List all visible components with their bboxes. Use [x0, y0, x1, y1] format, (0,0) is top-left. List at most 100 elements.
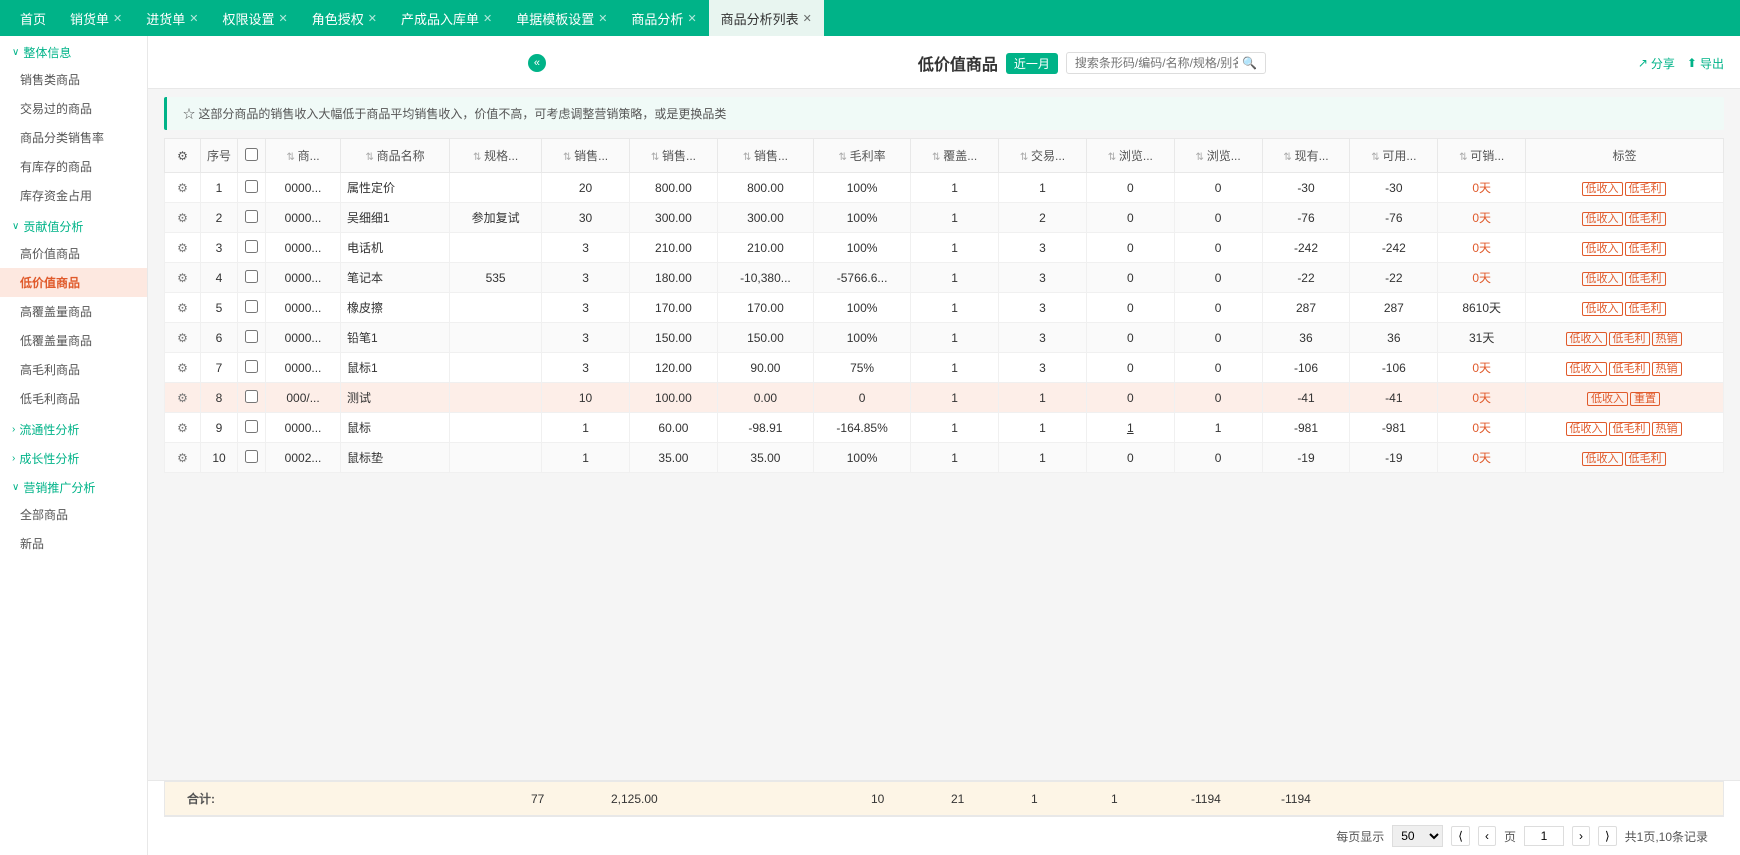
row-browse1[interactable]: 0 — [1086, 383, 1174, 413]
row-browse1[interactable]: 0 — [1086, 203, 1174, 233]
row-settings[interactable]: ⚙ — [165, 233, 201, 263]
nav-role-auth[interactable]: 角色授权 ✕ — [300, 0, 389, 36]
th-settings[interactable]: ⚙ — [165, 139, 201, 173]
sidebar-item-all-products[interactable]: 全部商品 — [0, 500, 147, 529]
th-sale-amount[interactable]: 销售... — [629, 139, 717, 173]
row-browse1[interactable]: 0 — [1086, 263, 1174, 293]
row-checkbox[interactable] — [245, 240, 258, 253]
sidebar-item-high-coverage[interactable]: 高覆盖量商品 — [0, 297, 147, 326]
row-checkbox[interactable] — [245, 330, 258, 343]
th-name[interactable]: 商品名称 — [341, 139, 450, 173]
row-check[interactable] — [238, 413, 266, 443]
sidebar-item-stocked-products[interactable]: 有库存的商品 — [0, 152, 147, 181]
th-sale-qty[interactable]: 销售... — [542, 139, 630, 173]
nav-sales-order[interactable]: 销货单 ✕ — [58, 0, 134, 36]
date-filter-button[interactable]: 近一月 — [1006, 53, 1058, 74]
row-checkbox[interactable] — [245, 420, 258, 433]
th-browse1[interactable]: 浏览... — [1086, 139, 1174, 173]
th-code[interactable]: 商... — [266, 139, 341, 173]
sidebar-item-low-coverage[interactable]: 低覆盖量商品 — [0, 326, 147, 355]
row-browse1[interactable]: 0 — [1086, 353, 1174, 383]
row-browse1[interactable]: 0 — [1086, 173, 1174, 203]
row-settings[interactable]: ⚙ — [165, 443, 201, 473]
th-check[interactable] — [238, 139, 266, 173]
row-browse1[interactable]: 0 — [1086, 443, 1174, 473]
last-page-button[interactable]: ⟩ — [1598, 826, 1617, 846]
nav-close-product-analysis[interactable]: ✕ — [687, 12, 696, 25]
th-coverage[interactable]: 覆盖... — [911, 139, 999, 173]
sidebar-item-high-margin[interactable]: 高毛利商品 — [0, 355, 147, 384]
sidebar-collapse-button[interactable]: « — [528, 54, 546, 72]
row-settings[interactable]: ⚙ — [165, 203, 201, 233]
row-check[interactable] — [238, 323, 266, 353]
search-icon[interactable]: 🔍 — [1242, 56, 1257, 70]
nav-close-role-auth[interactable]: ✕ — [368, 12, 377, 25]
nav-template[interactable]: 单据模板设置 ✕ — [504, 0, 619, 36]
per-page-select[interactable]: 50 100 — [1392, 825, 1443, 847]
row-check[interactable] — [238, 173, 266, 203]
th-browse2[interactable]: 浏览... — [1174, 139, 1262, 173]
row-settings[interactable]: ⚙ — [165, 383, 201, 413]
sidebar-group-title-marketing[interactable]: ∨ 营销推广分析 — [0, 471, 147, 500]
nav-close-product-analysis-list[interactable]: ✕ — [803, 12, 812, 25]
sidebar-group-title-growth[interactable]: › 成长性分析 — [0, 442, 147, 471]
th-gross-rate[interactable]: 毛利率 — [814, 139, 911, 173]
nav-purchase-order[interactable]: 进货单 ✕ — [134, 0, 210, 36]
nav-permission[interactable]: 权限设置 ✕ — [210, 0, 299, 36]
row-checkbox[interactable] — [245, 360, 258, 373]
row-check[interactable] — [238, 233, 266, 263]
row-check[interactable] — [238, 383, 266, 413]
first-page-button[interactable]: ⟨ — [1451, 826, 1470, 846]
row-browse1[interactable]: 1 — [1086, 413, 1174, 443]
row-browse1[interactable]: 0 — [1086, 323, 1174, 353]
sidebar-group-title-contribution[interactable]: ∨ 贡献值分析 — [0, 210, 147, 239]
row-settings[interactable]: ⚙ — [165, 413, 201, 443]
browse1-link[interactable]: 1 — [1127, 421, 1134, 435]
sidebar-group-title-circulation[interactable]: › 流通性分析 — [0, 413, 147, 442]
th-sale-price[interactable]: 销售... — [717, 139, 813, 173]
nav-home[interactable]: 首页 — [8, 0, 58, 36]
row-settings[interactable]: ⚙ — [165, 353, 201, 383]
row-checkbox[interactable] — [245, 210, 258, 223]
th-trade[interactable]: 交易... — [999, 139, 1087, 173]
prev-page-button[interactable]: ‹ — [1478, 826, 1496, 846]
nav-close-permission[interactable]: ✕ — [279, 12, 288, 25]
th-available[interactable]: 可用... — [1350, 139, 1438, 173]
nav-close-product-inbound[interactable]: ✕ — [483, 12, 492, 25]
row-check[interactable] — [238, 263, 266, 293]
row-check[interactable] — [238, 203, 266, 233]
nav-close-sales-order[interactable]: ✕ — [113, 12, 122, 25]
row-checkbox[interactable] — [245, 450, 258, 463]
sidebar-group-title-overall[interactable]: ∨ 整体信息 — [0, 36, 147, 65]
row-checkbox[interactable] — [245, 180, 258, 193]
nav-close-template[interactable]: ✕ — [598, 12, 607, 25]
th-current-stock[interactable]: 现有... — [1262, 139, 1350, 173]
row-checkbox[interactable] — [245, 270, 258, 283]
row-browse1[interactable]: 0 — [1086, 233, 1174, 263]
next-page-button[interactable]: › — [1572, 826, 1590, 846]
row-checkbox[interactable] — [245, 390, 258, 403]
sidebar-item-new-products[interactable]: 新品 — [0, 529, 147, 558]
select-all-checkbox[interactable] — [245, 148, 258, 161]
sidebar-item-traded-products[interactable]: 交易过的商品 — [0, 94, 147, 123]
sidebar-item-inventory-capital[interactable]: 库存资金占用 — [0, 181, 147, 210]
row-browse1[interactable]: 0 — [1086, 293, 1174, 323]
nav-product-analysis-list[interactable]: 商品分析列表 ✕ — [709, 0, 824, 36]
th-spec[interactable]: 规格... — [450, 139, 542, 173]
sidebar-item-low-margin[interactable]: 低毛利商品 — [0, 384, 147, 413]
nav-close-purchase-order[interactable]: ✕ — [189, 12, 198, 25]
row-settings[interactable]: ⚙ — [165, 293, 201, 323]
row-settings[interactable]: ⚙ — [165, 263, 201, 293]
th-saleable[interactable]: 可销... — [1438, 139, 1526, 173]
page-input[interactable] — [1524, 826, 1564, 846]
sidebar-item-low-value[interactable]: 低价值商品 — [0, 268, 147, 297]
row-settings[interactable]: ⚙ — [165, 173, 201, 203]
sidebar-item-high-value[interactable]: 高价值商品 — [0, 239, 147, 268]
share-button[interactable]: ↗ 分享 — [1638, 55, 1675, 72]
sidebar-item-category-sales-rate[interactable]: 商品分类销售率 — [0, 123, 147, 152]
nav-product-inbound[interactable]: 产成品入库单 ✕ — [389, 0, 504, 36]
row-check[interactable] — [238, 443, 266, 473]
table-container[interactable]: ⚙ 序号 商... 商品名称 规格... 销售... 销售... 销售... 毛… — [148, 138, 1740, 780]
sidebar-item-sales-products[interactable]: 销售类商品 — [0, 65, 147, 94]
search-input[interactable] — [1075, 56, 1238, 70]
